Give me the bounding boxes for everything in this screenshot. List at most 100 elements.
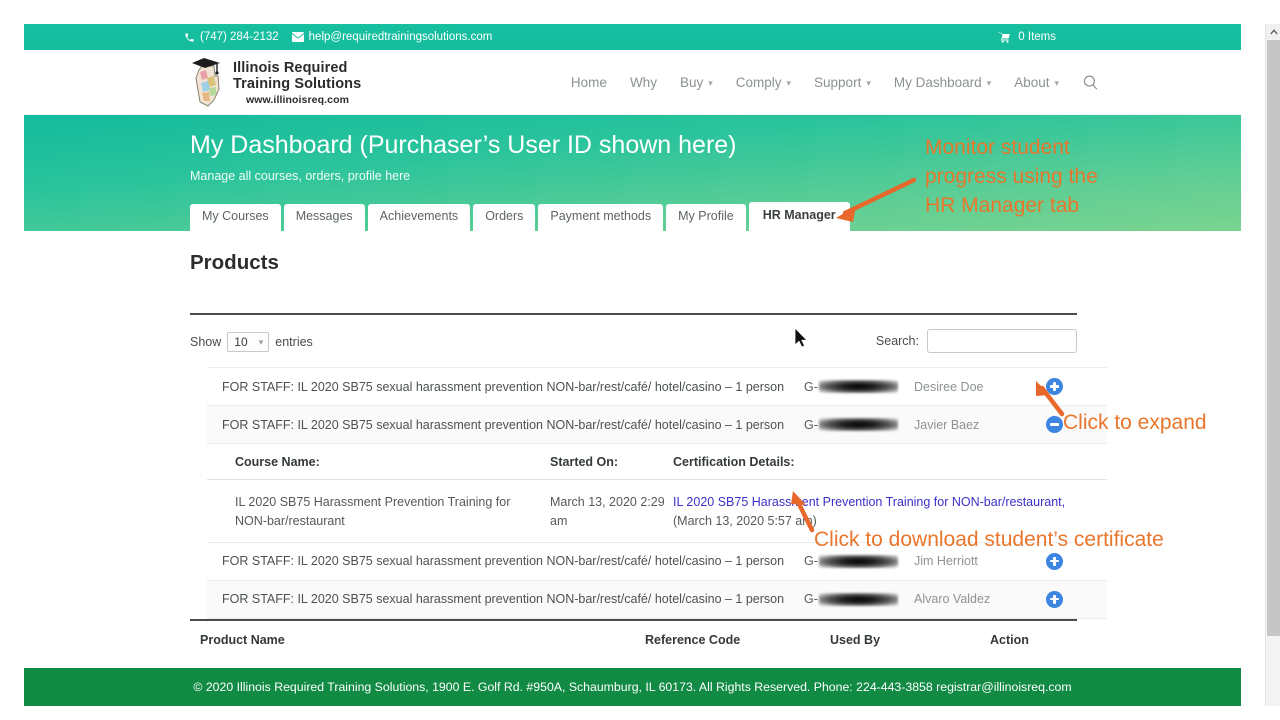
- tab-my-profile[interactable]: My Profile: [666, 204, 746, 231]
- mouse-cursor: [794, 327, 809, 353]
- cell-product-name: FOR STAFF: IL 2020 SB75 sexual harassmen…: [222, 554, 785, 569]
- header-started-on: Started On:: [550, 454, 619, 469]
- main-navigation: Home Why Buy ▾ Comply ▾ Support ▾ My Das…: [571, 50, 1099, 115]
- tab-achievements[interactable]: Achievements: [367, 204, 471, 231]
- dashboard-tabs: My Courses Messages Achievements Orders …: [190, 202, 850, 231]
- chevron-down-icon: ▾: [708, 78, 713, 88]
- tab-my-courses[interactable]: My Courses: [190, 204, 281, 231]
- cell-product-name: FOR STAFF: IL 2020 SB75 sexual harassmen…: [222, 592, 785, 607]
- dashboard-hero: My Dashboard (Purchaser’s User ID shown …: [24, 115, 1241, 231]
- email-address: help@requiredtrainingsolutions.com: [308, 31, 493, 43]
- cell-action: [1026, 378, 1107, 395]
- tab-hr-manager[interactable]: HR Manager: [748, 202, 850, 231]
- cart-link[interactable]: 0 Items: [998, 24, 1056, 50]
- table-footer-header-row: Product Name Reference Code Used By Acti…: [190, 618, 1077, 659]
- phone-link[interactable]: (747) 284-2132: [184, 31, 279, 43]
- nav-label: Why: [629, 75, 657, 90]
- ref-prefix: G-: [804, 417, 818, 432]
- chevron-down-icon: ▾: [986, 78, 992, 88]
- cart-icon: [998, 32, 1011, 43]
- page-subtitle: Manage all courses, orders, profile here: [190, 169, 411, 183]
- show-entries-control: Show 10 ▾ entries: [190, 332, 313, 352]
- tab-label: My Profile: [678, 209, 734, 223]
- table-row[interactable]: FOR STAFF: IL 2020 SB75 sexual harassmen…: [207, 542, 1107, 581]
- ref-prefix: G-: [804, 554, 818, 569]
- section-divider: [190, 313, 1077, 315]
- redacted-reference-code: [818, 554, 898, 568]
- certificate-download-link[interactable]: IL 2020 SB75 Harassment Prevention Train…: [673, 495, 1065, 509]
- course-detail-row: IL 2020 SB75 Harassment Prevention Train…: [207, 480, 1107, 542]
- nav-item-buy[interactable]: Buy ▾: [680, 75, 713, 90]
- footer-reference-code: Reference Code: [645, 632, 741, 647]
- cell-reference-code: G-: [804, 380, 914, 394]
- search-icon[interactable]: [1082, 74, 1099, 91]
- ref-prefix: G-: [804, 379, 818, 394]
- nav-item-comply[interactable]: Comply ▾: [736, 75, 791, 90]
- scrollbar-up-arrow[interactable]: [1266, 24, 1280, 39]
- show-label: Show: [190, 335, 222, 349]
- utility-topbar: (747) 284-2132 help@requiredtrainingsolu…: [24, 24, 1241, 50]
- table-row[interactable]: FOR STAFF: IL 2020 SB75 sexual harassmen…: [207, 368, 1107, 406]
- search-input[interactable]: [927, 329, 1077, 353]
- phone-icon: [184, 32, 195, 43]
- nav-label: Support: [814, 75, 862, 90]
- website-viewport: (747) 284-2132 help@requiredtrainingsolu…: [24, 24, 1241, 706]
- header-course-name: Course Name:: [235, 454, 320, 469]
- tab-messages[interactable]: Messages: [283, 204, 365, 231]
- table-controls: Show 10 ▾ entries Search:: [190, 327, 1077, 363]
- browser-frame-left: [0, 0, 24, 720]
- plus-circle-icon[interactable]: [1046, 552, 1063, 570]
- table-search-control: Search:: [876, 329, 1077, 353]
- cell-action: [1026, 552, 1107, 570]
- cell-used-by: Alvaro Valdez: [914, 592, 991, 607]
- graduation-cap-illinois-icon: [190, 56, 226, 108]
- email-link[interactable]: help@requiredtrainingsolutions.com: [291, 31, 493, 43]
- dashboard-main: Products Show 10 ▾ entries Search: FOR S…: [24, 231, 1241, 656]
- scrollbar-thumb[interactable]: [1267, 40, 1280, 636]
- plus-circle-icon[interactable]: [1046, 378, 1063, 395]
- envelope-icon: [291, 32, 304, 42]
- search-label: Search:: [875, 334, 919, 348]
- logo-text-block: Illinois Required Training Solutions www…: [233, 56, 361, 107]
- redacted-reference-code: [818, 592, 898, 606]
- nav-item-support[interactable]: Support ▾: [814, 75, 871, 90]
- products-table: FOR STAFF: IL 2020 SB75 sexual harassmen…: [190, 367, 1107, 659]
- nav-item-home[interactable]: Home: [571, 75, 607, 90]
- cell-action: [1026, 416, 1107, 433]
- nav-item-about[interactable]: About ▾: [1014, 75, 1059, 90]
- phone-number: (747) 284-2132: [200, 31, 279, 43]
- tab-label: Messages: [295, 209, 353, 223]
- entries-per-page-select[interactable]: 10 ▾: [227, 332, 270, 352]
- cell-product-name: FOR STAFF: IL 2020 SB75 sexual harassmen…: [222, 379, 785, 394]
- chevron-down-icon: ▾: [866, 78, 871, 88]
- site-footer: © 2020 Illinois Required Training Soluti…: [24, 668, 1241, 706]
- topbar-contact-group: (747) 284-2132 help@requiredtrainingsolu…: [184, 24, 492, 50]
- cell-reference-code: G-: [804, 554, 914, 568]
- chevron-down-icon: ▾: [1054, 78, 1059, 88]
- cell-reference-code: G-: [804, 592, 914, 606]
- tab-label: Achievements: [379, 209, 459, 223]
- page-scrollbar[interactable]: [1265, 24, 1280, 706]
- copyright-text: © 2020 Illinois Required Training Soluti…: [193, 680, 1072, 694]
- tab-orders[interactable]: Orders: [473, 204, 536, 231]
- plus-circle-icon[interactable]: [1046, 590, 1063, 608]
- table-row[interactable]: FOR STAFF: IL 2020 SB75 sexual harassmen…: [207, 580, 1107, 619]
- cart-count-label: 0 Items: [1018, 31, 1056, 43]
- nav-item-why[interactable]: Why: [630, 75, 657, 90]
- table-row[interactable]: FOR STAFF: IL 2020 SB75 sexual harassmen…: [207, 406, 1107, 444]
- cell-reference-code: G-: [804, 418, 914, 432]
- nav-label: Buy: [679, 75, 704, 90]
- site-logo[interactable]: Illinois Required Training Solutions www…: [190, 56, 361, 108]
- footer-action: Action: [990, 632, 1029, 647]
- nav-item-my-dashboard[interactable]: My Dashboard ▾: [894, 75, 991, 90]
- cell-used-by: Desiree Doe: [914, 379, 984, 394]
- cell-product-name: FOR STAFF: IL 2020 SB75 sexual harassmen…: [222, 417, 785, 432]
- tab-label: HR Manager: [762, 208, 836, 222]
- browser-frame-top: [0, 0, 1280, 24]
- header-certification-details: Certification Details:: [673, 454, 795, 469]
- tab-payment-methods[interactable]: Payment methods: [538, 204, 664, 231]
- redacted-reference-code: [818, 418, 898, 431]
- minus-circle-icon[interactable]: [1046, 416, 1063, 433]
- cell-action: [1026, 590, 1107, 608]
- tab-label: My Courses: [202, 209, 269, 223]
